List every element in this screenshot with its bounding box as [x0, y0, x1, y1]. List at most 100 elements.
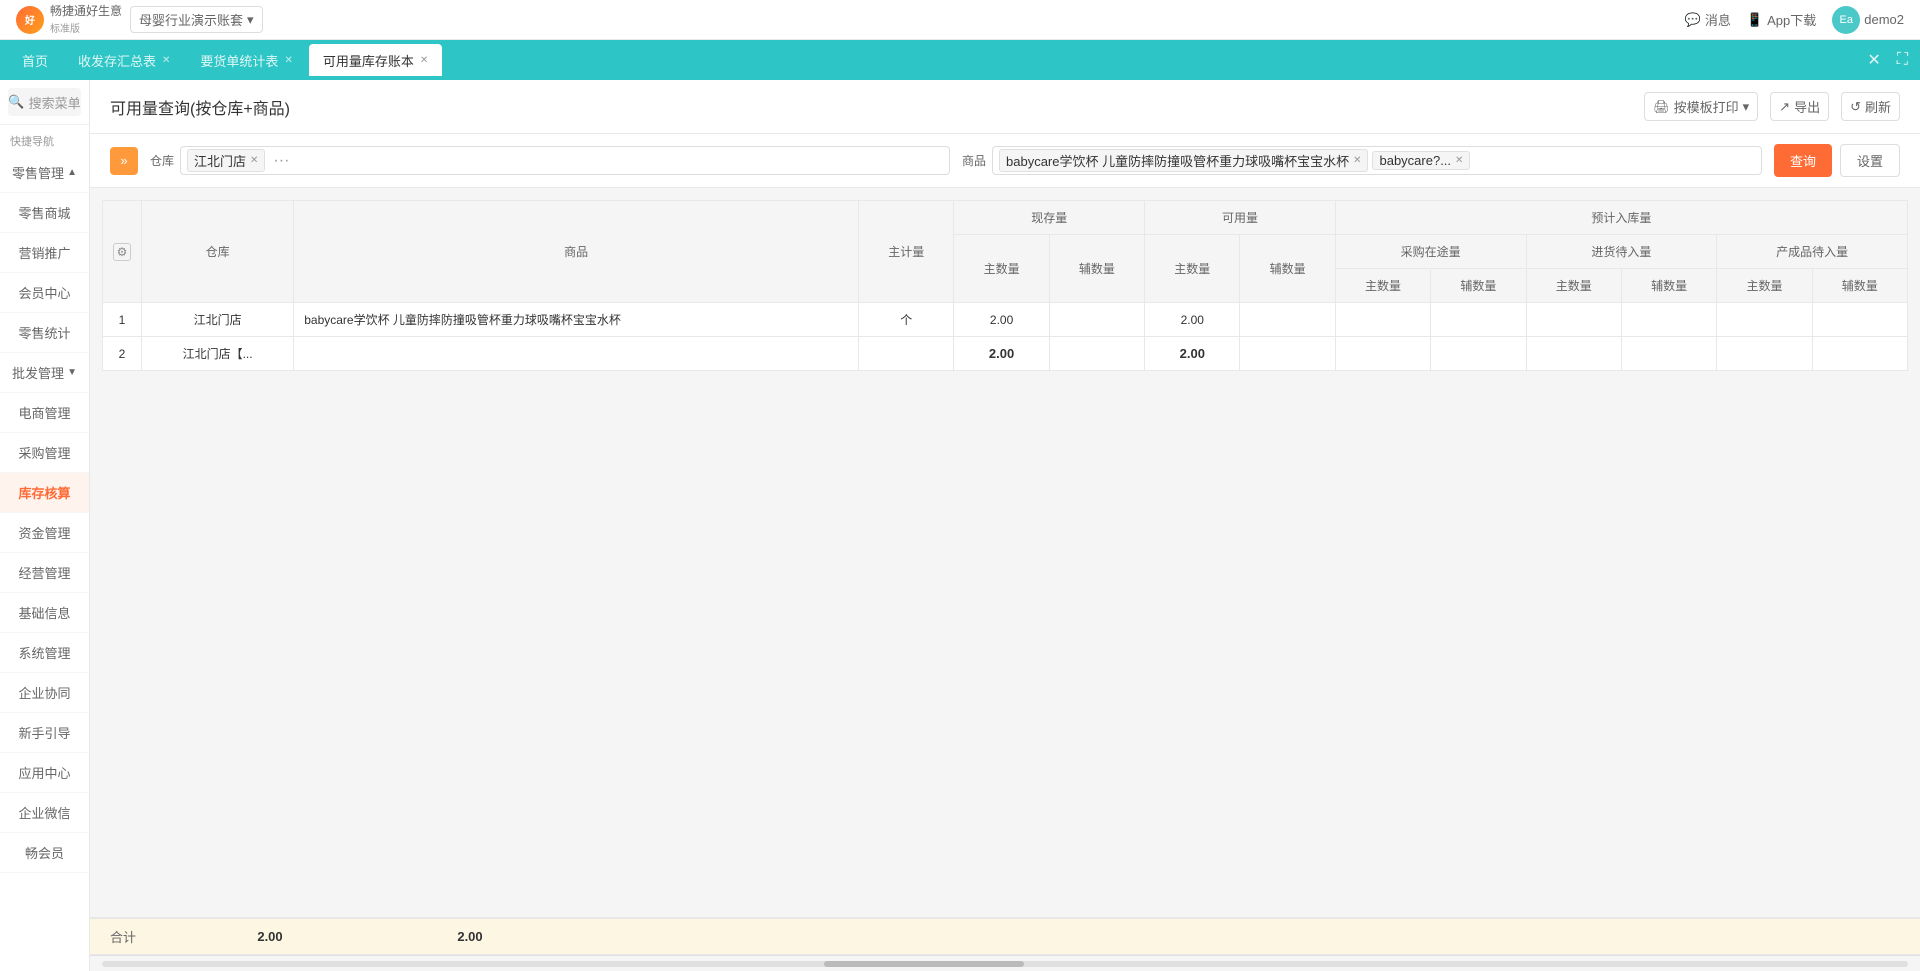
sidebar-item-inventory[interactable]: 库存核算 [0, 473, 89, 513]
summary-label: 合计 [110, 927, 170, 946]
tab-order-stats-close[interactable]: ✕ [284, 55, 292, 66]
sidebar-item-purchase[interactable]: 采购管理 [0, 433, 89, 473]
filter-product-tags[interactable]: babycare学饮杯 儿童防摔防撞吸管杯重力球吸嘴杯宝宝水杯 ✕ babyca… [992, 146, 1762, 175]
top-bar: 好 畅捷通好生意 标准版 母婴行业演示账套 ▾ 💬 消息 📱 App下载 Ea … [0, 0, 1920, 40]
filter-toggle-btn[interactable]: » [110, 147, 138, 175]
sidebar-item-app-center[interactable]: 应用中心 [0, 753, 89, 793]
main-layout: 🔍 搜索菜单 快捷导航 零售管理 ▲ 零售商城 营销推广 会员中心 零售统计 批… [0, 80, 1920, 971]
industry-label: 母婴行业演示账套 [139, 10, 243, 29]
sidebar-item-member[interactable]: 会员中心 [0, 273, 89, 313]
sidebar-item-marketing[interactable]: 营销推广 [0, 233, 89, 273]
tab-bar: 首页 收发存汇总表 ✕ 要货单统计表 ✕ 可用量库存账本 ✕ ✕ ⛶ [0, 40, 1920, 80]
tab-expand-btn[interactable]: ⛶ [1893, 47, 1912, 73]
app-download-action[interactable]: 📱 App下载 [1747, 10, 1816, 29]
th-estimate-group: 预计入库量 [1335, 201, 1907, 235]
sidebar-item-vip[interactable]: 畅会员 [0, 833, 89, 873]
tab-available-stock[interactable]: 可用量库存账本 ✕ [309, 44, 442, 76]
user-action[interactable]: Ea demo2 [1832, 6, 1904, 34]
row2-incoming-aux [1621, 337, 1716, 371]
avatar: Ea [1832, 6, 1860, 34]
th-stock-aux: 辅数量 [1049, 235, 1144, 303]
filter-warehouse-dots[interactable]: ··· [273, 152, 289, 170]
th-settings: ⚙ [103, 201, 142, 303]
scroll-thumb[interactable] [824, 961, 1024, 967]
filter-warehouse-tags[interactable]: 江北门店 ✕ ··· [180, 146, 950, 175]
row1-available-main: 2.00 [1145, 303, 1240, 337]
filter-product-tag2: babycare?... ✕ [1372, 151, 1470, 170]
sidebar-item-enterprise-wechat-label: 企业微信 [18, 803, 70, 822]
print-label: 按模板打印 [1674, 97, 1739, 116]
sidebar-item-enterprise-wechat[interactable]: 企业微信 [0, 793, 89, 833]
refresh-icon: ↺ [1850, 99, 1861, 115]
table-container: ⚙ 仓库 商品 主计量 现存量 可用量 预计入库量 主数量 辅数量 主数量 辅数… [90, 188, 1920, 917]
setting-button[interactable]: 设置 [1840, 144, 1900, 177]
logo-text: 畅捷通好生意 [50, 4, 122, 20]
row1-purchase-main [1335, 303, 1430, 337]
sidebar-item-wholesale-label: 批发管理 [12, 363, 64, 382]
tab-order-stats[interactable]: 要货单统计表 ✕ [186, 44, 306, 76]
logo-text-area: 畅捷通好生意 标准版 [50, 4, 122, 35]
sidebar-item-retail-mgmt[interactable]: 零售管理 ▲ [0, 153, 89, 193]
th-purchase-aux: 辅数量 [1431, 269, 1526, 303]
message-icon: 💬 [1685, 12, 1701, 28]
sidebar-item-enterprise-label: 企业协同 [18, 683, 70, 702]
tab-receive-summary[interactable]: 收发存汇总表 ✕ [64, 44, 184, 76]
filter-product-tag1-close[interactable]: ✕ [1353, 155, 1361, 166]
sidebar-item-wholesale[interactable]: 批发管理 ▼ [0, 353, 89, 393]
query-button[interactable]: 查询 [1774, 144, 1832, 177]
tab-receive-summary-close[interactable]: ✕ [162, 55, 170, 66]
th-unit: 主计量 [859, 201, 954, 303]
sidebar-item-ecommerce[interactable]: 电商管理 [0, 393, 89, 433]
chevron-icon2: ▼ [67, 367, 77, 378]
th-warehouse: 仓库 [142, 201, 294, 303]
filter-warehouse-group: 仓库 江北门店 ✕ ··· [150, 146, 950, 175]
refresh-btn[interactable]: ↺ 刷新 [1841, 92, 1900, 121]
filter-product-tag1: babycare学饮杯 儿童防摔防撞吸管杯重力球吸嘴杯宝宝水杯 ✕ [999, 149, 1368, 172]
sidebar-item-new-guide[interactable]: 新手引导 [0, 713, 89, 753]
row2-available-main: 2.00 [1145, 337, 1240, 371]
settings-icon[interactable]: ⚙ [113, 243, 131, 261]
sidebar-item-retail-stats[interactable]: 零售统计 [0, 313, 89, 353]
message-label: 消息 [1705, 10, 1731, 29]
tab-close-all-btn[interactable]: ✕ [1863, 46, 1884, 74]
app-icon: 📱 [1747, 12, 1763, 28]
message-action[interactable]: 💬 消息 [1685, 10, 1731, 29]
tab-available-stock-close[interactable]: ✕ [420, 55, 428, 66]
sidebar-search-area: 🔍 搜索菜单 [0, 80, 89, 125]
sidebar-item-enterprise[interactable]: 企业协同 [0, 673, 89, 713]
tab-home[interactable]: 首页 [8, 44, 62, 76]
row1-product: babycare学饮杯 儿童防摔防撞吸管杯重力球吸嘴杯宝宝水杯 [294, 303, 859, 337]
scroll-bar-area [90, 955, 1920, 971]
sidebar-item-basic-info-label: 基础信息 [18, 603, 70, 622]
table-row: 2 江北门店【... 2.00 2.00 [103, 337, 1908, 371]
sidebar-search-btn[interactable]: 🔍 搜索菜单 [8, 88, 81, 116]
row2-stock-main: 2.00 [954, 337, 1049, 371]
export-btn[interactable]: ↗ 导出 [1770, 92, 1829, 121]
print-icon: 🖨 [1653, 99, 1670, 115]
sidebar-item-basic-info[interactable]: 基础信息 [0, 593, 89, 633]
tab-order-stats-label: 要货单统计表 [200, 51, 278, 70]
summary-stock-main: 2.00 [170, 929, 370, 944]
industry-selector[interactable]: 母婴行业演示账套 ▾ [130, 6, 263, 33]
filter-warehouse-tag-close[interactable]: ✕ [250, 155, 258, 166]
row1-purchase-aux [1431, 303, 1526, 337]
filter-toggle-icon: » [120, 153, 127, 168]
filter-product-tag2-close[interactable]: ✕ [1455, 155, 1463, 166]
filter-bar: » 仓库 江北门店 ✕ ··· 商品 babycare学饮杯 儿童防摔防撞吸管杯… [90, 134, 1920, 188]
sidebar-item-retail-shop[interactable]: 零售商城 [0, 193, 89, 233]
row1-incoming-main [1526, 303, 1621, 337]
sidebar-item-vip-label: 畅会员 [25, 843, 64, 862]
export-label: 导出 [1794, 97, 1820, 116]
print-btn[interactable]: 🖨 按模板打印 ▾ [1644, 92, 1758, 121]
row1-available-aux [1240, 303, 1335, 337]
filter-action-buttons: 查询 设置 [1774, 144, 1900, 177]
row2-purchase-aux [1431, 337, 1526, 371]
th-available-aux: 辅数量 [1240, 235, 1335, 303]
sidebar-item-finance[interactable]: 资金管理 [0, 513, 89, 553]
filter-warehouse-tag: 江北门店 ✕ [187, 149, 265, 172]
sidebar-item-operations[interactable]: 经营管理 [0, 553, 89, 593]
filter-product-group: 商品 babycare学饮杯 儿童防摔防撞吸管杯重力球吸嘴杯宝宝水杯 ✕ bab… [962, 146, 1762, 175]
tab-available-stock-label: 可用量库存账本 [323, 51, 414, 70]
tab-home-label: 首页 [22, 51, 48, 70]
sidebar-item-system[interactable]: 系统管理 [0, 633, 89, 673]
